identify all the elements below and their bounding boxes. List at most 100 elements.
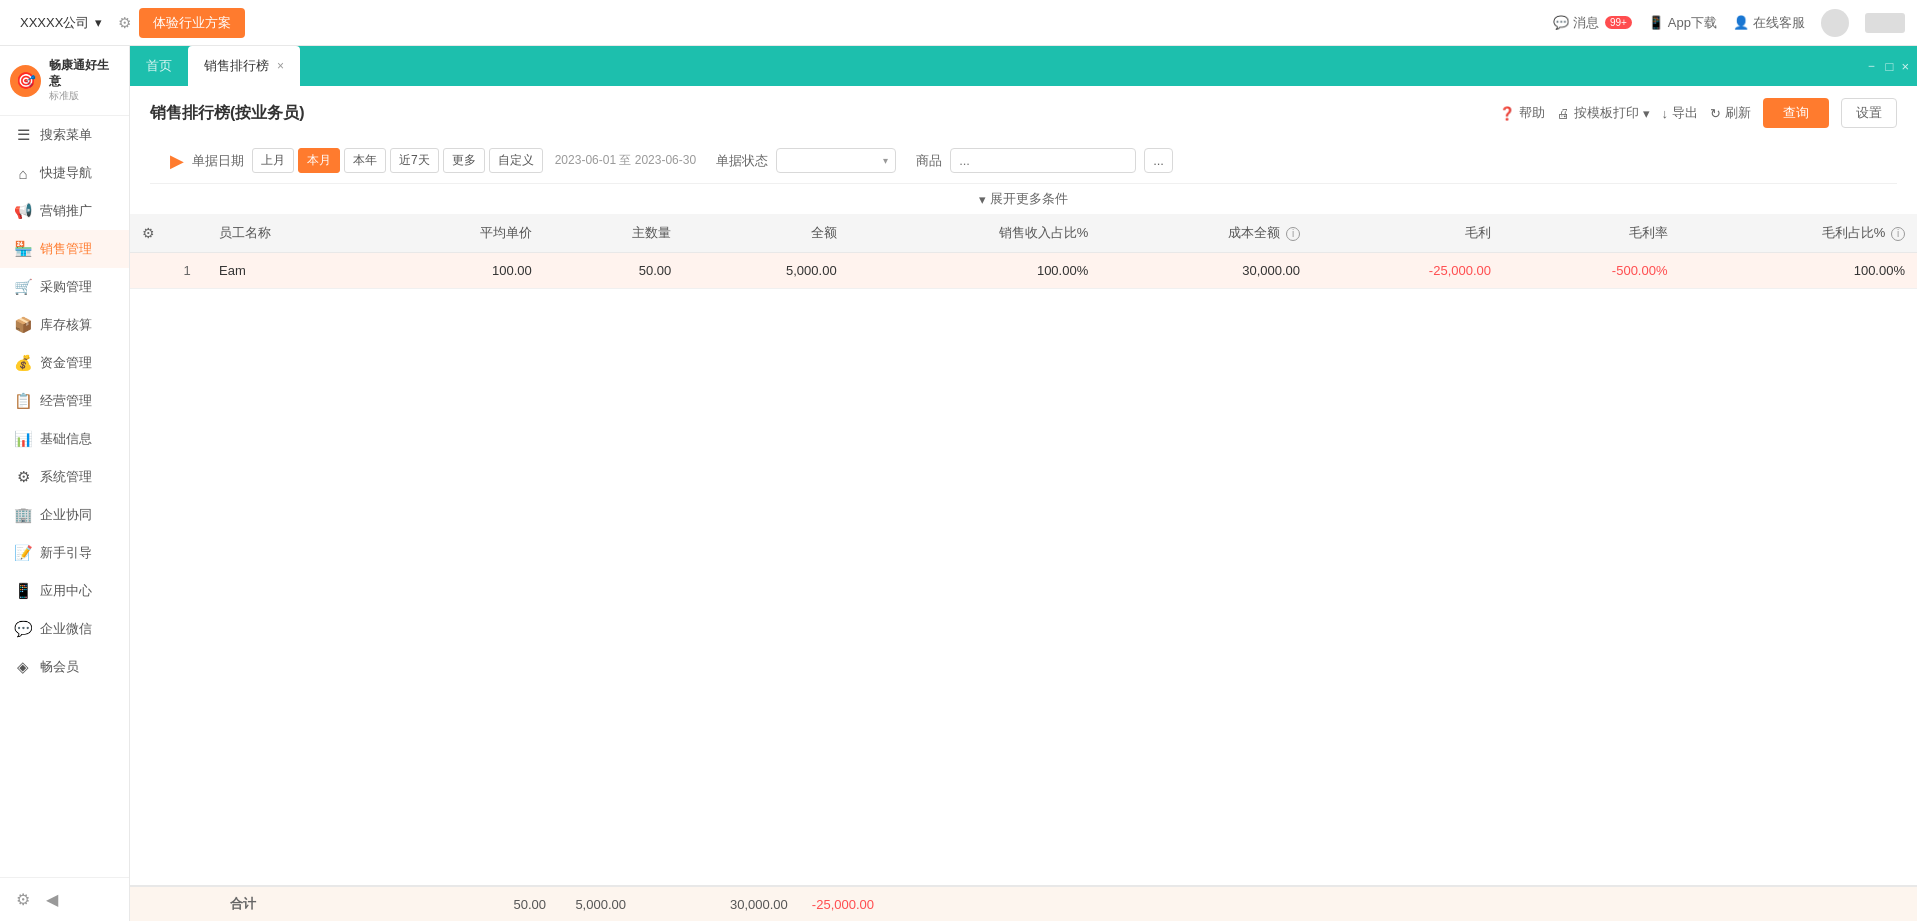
footer-sales-pct [638, 897, 718, 912]
online-service-btn[interactable]: 👤 在线客服 [1733, 14, 1805, 32]
expand-conditions-btn[interactable]: ▾ 展开更多条件 [979, 190, 1068, 208]
user-name [1865, 13, 1905, 33]
tab-home-label: 首页 [146, 57, 172, 75]
date-btn-7days[interactable]: 近7天 [390, 148, 439, 173]
collab-icon: 🏢 [14, 506, 32, 524]
tab-home[interactable]: 首页 [130, 46, 188, 86]
settings-icon[interactable]: ⚙ [118, 14, 131, 32]
refresh-label: 刷新 [1725, 104, 1751, 122]
sidebar-settings-btn[interactable]: ⚙ [12, 886, 34, 913]
print-btn[interactable]: 🖨 按模板打印 ▾ [1557, 104, 1650, 122]
sidebar-label-quick-nav: 快捷导航 [40, 164, 92, 182]
tab-maximize-icon[interactable]: □ [1886, 59, 1894, 74]
tab-sales-rank[interactable]: 销售排行榜 × [188, 46, 300, 86]
sidebar: 🎯 畅康通好生意 标准版 ☰ 搜索菜单 ⌂ 快捷导航 📢 营销推广 🏪 销售管理… [0, 46, 130, 921]
column-settings-icon[interactable]: ⚙ [142, 225, 155, 241]
message-btn[interactable]: 💬 消息 99+ [1553, 14, 1632, 32]
sidebar-label-operations: 经营管理 [40, 392, 92, 410]
sidebar-item-search-order[interactable]: ☰ 搜索菜单 [0, 116, 129, 154]
date-btn-prev-month[interactable]: 上月 [252, 148, 294, 173]
sidebar-item-basics[interactable]: 📊 基础信息 [0, 420, 129, 458]
main-layout: 🎯 畅康通好生意 标准版 ☰ 搜索菜单 ⌂ 快捷导航 📢 营销推广 🏪 销售管理… [0, 46, 1917, 921]
funds-icon: 💰 [14, 354, 32, 372]
sidebar-item-marketing[interactable]: 📢 营销推广 [0, 192, 129, 230]
refresh-btn[interactable]: ↻ 刷新 [1710, 104, 1751, 122]
date-btn-more[interactable]: 更多 [443, 148, 485, 173]
sidebar-item-purchase[interactable]: 🛒 采购管理 [0, 268, 129, 306]
cost-info-icon[interactable]: i [1286, 227, 1300, 241]
sidebar-item-member[interactable]: ◈ 畅会员 [0, 648, 129, 686]
more-filter-btn[interactable]: ... [1144, 148, 1173, 173]
row-cost: 30,000.00 [1100, 253, 1312, 289]
print-label: 按模板打印 [1574, 104, 1639, 122]
export-btn[interactable]: ↓ 导出 [1662, 104, 1699, 122]
logo-text: 畅康通好生意 [49, 58, 119, 89]
company-dropdown-icon: ▾ [95, 15, 102, 30]
sidebar-item-guide[interactable]: 📝 新手引导 [0, 534, 129, 572]
row-gross-pct: 100.00% [1680, 253, 1918, 289]
row-qty: 50.00 [544, 253, 684, 289]
tab-bar-right: － □ × [1865, 57, 1917, 75]
footer-values: 50.00 5,000.00 30,000.00 -25,000.00 [398, 897, 1905, 912]
sidebar-label-guide: 新手引导 [40, 544, 92, 562]
date-btn-this-year[interactable]: 本年 [344, 148, 386, 173]
sales-icon: 🏪 [14, 240, 32, 258]
date-filter-label: 单据日期 [192, 152, 244, 170]
online-service-icon: 👤 [1733, 15, 1749, 30]
home-icon: ⌂ [14, 165, 32, 182]
sidebar-label-wechat: 企业微信 [40, 620, 92, 638]
query-btn[interactable]: 查询 [1763, 98, 1829, 128]
sidebar-item-inventory[interactable]: 📦 库存核算 [0, 306, 129, 344]
sidebar-item-wechat[interactable]: 💬 企业微信 [0, 610, 129, 648]
print-dropdown-icon: ▾ [1643, 106, 1650, 121]
col-sales-pct: 销售收入占比% [849, 214, 1101, 253]
avatar[interactable] [1821, 9, 1849, 37]
tab-close-window-icon[interactable]: × [1901, 59, 1909, 74]
experience-btn[interactable]: 体验行业方案 [139, 8, 245, 38]
app-download-label: App下载 [1668, 14, 1717, 32]
content-area: 首页 销售排行榜 × － □ × 销售排行榜(按业务员) ❓ [130, 46, 1917, 921]
menu-icon: ☰ [14, 126, 32, 144]
col-settings: ⚙ [130, 214, 167, 253]
sidebar-item-operations[interactable]: 📋 经营管理 [0, 382, 129, 420]
guide-icon: 📝 [14, 544, 32, 562]
status-select-wrap [776, 148, 896, 173]
sidebar-item-app-center[interactable]: 📱 应用中心 [0, 572, 129, 610]
row-sales-pct: 100.00% [849, 253, 1101, 289]
print-icon: 🖨 [1557, 106, 1570, 121]
system-icon: ⚙ [14, 468, 32, 486]
tab-close-icon[interactable]: × [277, 59, 284, 73]
export-icon: ↓ [1662, 106, 1669, 121]
table-header-row: ⚙ 员工名称 平均单价 主数量 全额 销售收入占比% 成本全额 i [130, 214, 1917, 253]
settings-btn[interactable]: 设置 [1841, 98, 1897, 128]
sidebar-label-funds: 资金管理 [40, 354, 92, 372]
gross-pct-info-icon[interactable]: i [1891, 227, 1905, 241]
sidebar-item-quick-nav[interactable]: ⌂ 快捷导航 [0, 154, 129, 192]
app-download-btn[interactable]: 📱 App下载 [1648, 14, 1717, 32]
help-label: 帮助 [1519, 104, 1545, 122]
sidebar-item-system[interactable]: ⚙ 系统管理 [0, 458, 129, 496]
table-footer: 合计 50.00 5,000.00 30,000.00 -25,000.00 [130, 885, 1917, 921]
date-btn-this-month[interactable]: 本月 [298, 148, 340, 173]
sidebar-item-sales[interactable]: 🏪 销售管理 [0, 230, 129, 268]
status-select[interactable] [776, 148, 896, 173]
sidebar-collapse-btn[interactable]: ◀ [42, 886, 62, 913]
filter-expand-arrow[interactable]: ▶ [170, 150, 184, 172]
footer-amount: 5,000.00 [558, 897, 638, 912]
message-badge: 99+ [1605, 16, 1632, 29]
sidebar-item-funds[interactable]: 💰 资金管理 [0, 344, 129, 382]
top-bar-right: 💬 消息 99+ 📱 App下载 👤 在线客服 [1553, 9, 1905, 37]
sidebar-item-collab[interactable]: 🏢 企业协同 [0, 496, 129, 534]
goods-input[interactable] [950, 148, 1136, 173]
date-btn-custom[interactable]: 自定义 [489, 148, 543, 173]
sidebar-label-purchase: 采购管理 [40, 278, 92, 296]
table-wrapper: ⚙ 员工名称 平均单价 主数量 全额 销售收入占比% 成本全额 i [130, 214, 1917, 885]
help-btn[interactable]: ❓ 帮助 [1499, 104, 1545, 122]
company-selector[interactable]: XXXXX公司 ▾ [12, 10, 110, 36]
tab-minimize-icon[interactable]: － [1865, 57, 1878, 75]
sidebar-label-inventory: 库存核算 [40, 316, 92, 334]
sidebar-label-collab: 企业协同 [40, 506, 92, 524]
wechat-icon: 💬 [14, 620, 32, 638]
footer-total-label: 合计 [218, 895, 398, 913]
expand-bar: ▾ 展开更多条件 [150, 183, 1897, 214]
